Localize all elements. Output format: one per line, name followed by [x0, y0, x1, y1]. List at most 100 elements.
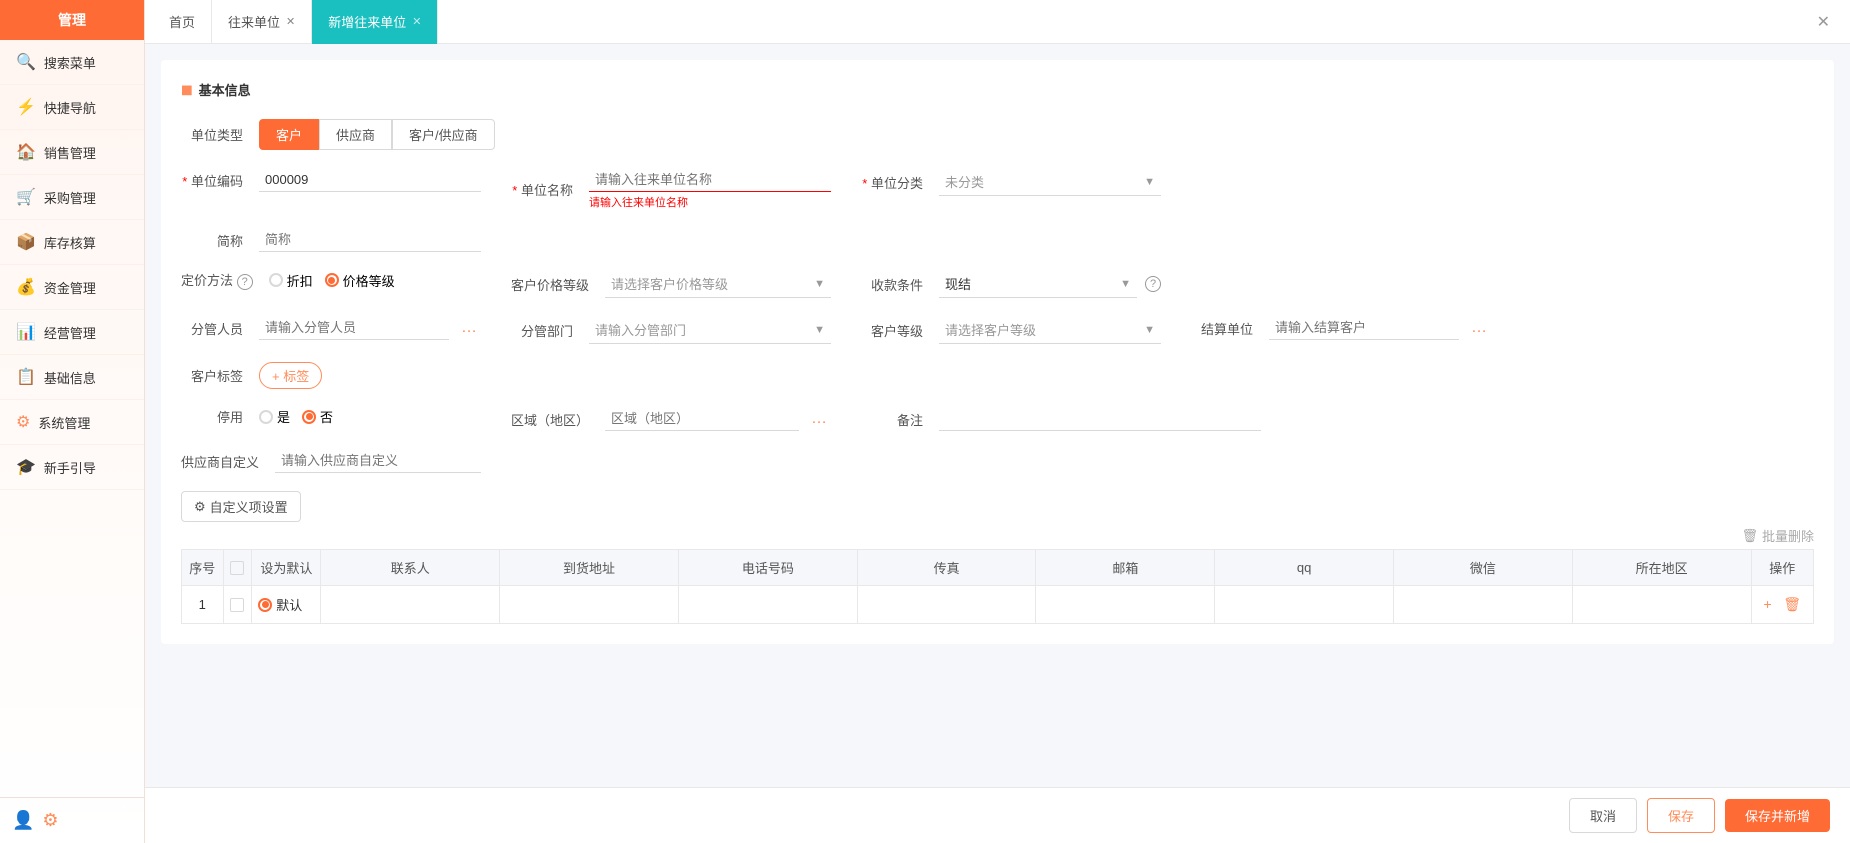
unit-code-input[interactable] [259, 168, 481, 192]
custom-settings-row: ⚙ 自定义项设置 [181, 491, 1814, 522]
disabled-label: 停用 [181, 407, 251, 426]
tag-field: 客户标签 + 标签 [181, 362, 481, 389]
shortname-row: 简称 [181, 228, 1814, 252]
tab-new-contact-close[interactable]: ✕ [412, 15, 421, 28]
sidebar-item-inventory[interactable]: 📦 库存核算 [0, 220, 144, 265]
row-checkbox[interactable] [230, 598, 244, 612]
manager-input[interactable] [259, 316, 449, 340]
disabled-no[interactable]: 否 [302, 407, 333, 426]
content-area: ◼ 基本信息 单位类型 客户 供应商 客户/供应商 * [145, 44, 1850, 787]
row-area-input[interactable] [1579, 598, 1745, 612]
short-name-input[interactable] [259, 228, 481, 252]
sidebar-item-finance[interactable]: 💰 资金管理 [0, 265, 144, 310]
batch-delete-button[interactable]: 🗑 批量删除 [1741, 526, 1814, 545]
sidebar-item-label: 库存核算 [44, 233, 96, 252]
close-all-tabs[interactable]: ✕ [1805, 12, 1842, 32]
unit-category-field: * 单位分类 未分类 ▼ [861, 168, 1161, 196]
tab-contacts[interactable]: 往来单位 ✕ [212, 0, 312, 44]
disabled-yes[interactable]: 是 [259, 407, 290, 426]
customer-level-placeholder: 请选择客户等级 [945, 320, 1036, 339]
region-input[interactable] [605, 407, 799, 431]
help-icon[interactable]: ? [237, 274, 253, 290]
sidebar-item-newbie[interactable]: 🎓 新手引导 [0, 445, 144, 490]
delete-row-button[interactable]: 🗑 [1779, 594, 1805, 615]
unit-type-field: 单位类型 客户 供应商 客户/供应商 [181, 119, 1814, 150]
sidebar-item-system[interactable]: ⚙ 系统管理 [0, 400, 144, 445]
row-contact-input[interactable] [327, 598, 493, 612]
save-button[interactable]: 保存 [1647, 798, 1715, 833]
type-btn-customer[interactable]: 客户 [259, 119, 319, 150]
type-btn-supplier[interactable]: 供应商 [319, 119, 392, 150]
tab-home[interactable]: 首页 [153, 0, 212, 44]
remark-field: 备注 [861, 407, 1261, 431]
sidebar-item-basic[interactable]: 📋 基础信息 [0, 355, 144, 400]
chevron-down-icon5: ▼ [1144, 324, 1155, 336]
region-more[interactable]: … [807, 410, 831, 428]
type-btn-both[interactable]: 客户/供应商 [392, 119, 495, 150]
price-level-select[interactable]: 请选择客户价格等级 ▼ [605, 270, 831, 298]
pricing-radio-group: 折扣 价格等级 [269, 271, 395, 290]
row-action: + 🗑 [1751, 586, 1813, 624]
customer-level-select[interactable]: 请选择客户等级 ▼ [939, 316, 1161, 344]
row-area[interactable] [1572, 586, 1751, 624]
col-area: 所在地区 [1572, 550, 1751, 586]
sidebar-item-label: 经营管理 [44, 323, 96, 342]
custom-settings-button[interactable]: ⚙ 自定义项设置 [181, 491, 301, 522]
unit-name-error: 请输入往来单位名称 [589, 194, 831, 210]
user-icon[interactable]: 👤 [12, 810, 34, 831]
chart-icon: 📊 [16, 322, 36, 342]
supplier-custom-row: 供应商自定义 [181, 449, 1814, 473]
sidebar-item-sales[interactable]: 🏠 销售管理 [0, 130, 144, 175]
manager-more[interactable]: … [457, 319, 481, 337]
settlement-more[interactable]: … [1467, 319, 1491, 337]
cancel-button[interactable]: 取消 [1569, 798, 1637, 833]
row-fax[interactable] [857, 586, 1036, 624]
row-address[interactable] [500, 586, 679, 624]
row-qq-input[interactable] [1221, 598, 1387, 612]
tab-new-contact[interactable]: 新增往来单位 ✕ [312, 0, 438, 44]
help-icon2[interactable]: ? [1145, 276, 1161, 292]
remark-label: 备注 [861, 410, 931, 429]
row-phone[interactable] [678, 586, 857, 624]
row-email-input[interactable] [1042, 598, 1208, 612]
row-contact[interactable] [321, 586, 500, 624]
row-wechat-input[interactable] [1400, 598, 1566, 612]
sidebar-item-operation[interactable]: 📊 经营管理 [0, 310, 144, 355]
row-default: 默认 [252, 586, 321, 624]
settlement-input[interactable] [1269, 316, 1459, 340]
sidebar-item-search[interactable]: 🔍 搜索菜单 [0, 40, 144, 85]
sidebar-item-purchase[interactable]: 🛒 采购管理 [0, 175, 144, 220]
supplier-custom-input[interactable] [275, 449, 481, 473]
sidebar-item-quicknav[interactable]: ⚡ 快捷导航 [0, 85, 144, 130]
cart-icon: 🛒 [16, 187, 36, 207]
unit-category-select[interactable]: 未分类 ▼ [939, 168, 1161, 196]
payment-terms-select[interactable]: 现结 ▼ [939, 270, 1137, 298]
add-tag-button[interactable]: + 标签 [259, 362, 322, 389]
pricing-price-level[interactable]: 价格等级 [325, 271, 395, 290]
money-icon: 💰 [16, 277, 36, 297]
default-radio[interactable]: 默认 [258, 595, 314, 614]
add-row-button[interactable]: + [1759, 594, 1775, 614]
unit-name-input[interactable] [589, 168, 831, 192]
unit-category-value: 未分类 [945, 172, 984, 191]
table-row: 1 默认 [182, 586, 1814, 624]
remark-input[interactable] [939, 407, 1261, 431]
row-email[interactable] [1036, 586, 1215, 624]
tab-contacts-close[interactable]: ✕ [286, 15, 295, 28]
dept-select[interactable]: 请输入分管部门 ▼ [589, 316, 831, 344]
select-all-checkbox[interactable] [230, 561, 244, 575]
row-phone-input[interactable] [685, 598, 851, 612]
row-address-input[interactable] [506, 598, 672, 612]
sidebar-item-label: 新手引导 [44, 458, 96, 477]
row-fax-input[interactable] [864, 598, 1030, 612]
row-wechat[interactable] [1394, 586, 1573, 624]
gear-settings-icon: ⚙ [194, 499, 206, 515]
customer-level-field: 客户等级 请选择客户等级 ▼ [861, 316, 1161, 344]
save-and-new-button[interactable]: 保存并新增 [1725, 799, 1830, 832]
row-qq[interactable] [1215, 586, 1394, 624]
pricing-discount[interactable]: 折扣 [269, 271, 313, 290]
gear-icon: ⚙ [16, 412, 30, 432]
pricing-row: 定价方法 ? 折扣 价格等级 客户 [181, 270, 1814, 298]
settings-icon[interactable]: ⚙ [42, 810, 58, 831]
col-address: 到货地址 [500, 550, 679, 586]
